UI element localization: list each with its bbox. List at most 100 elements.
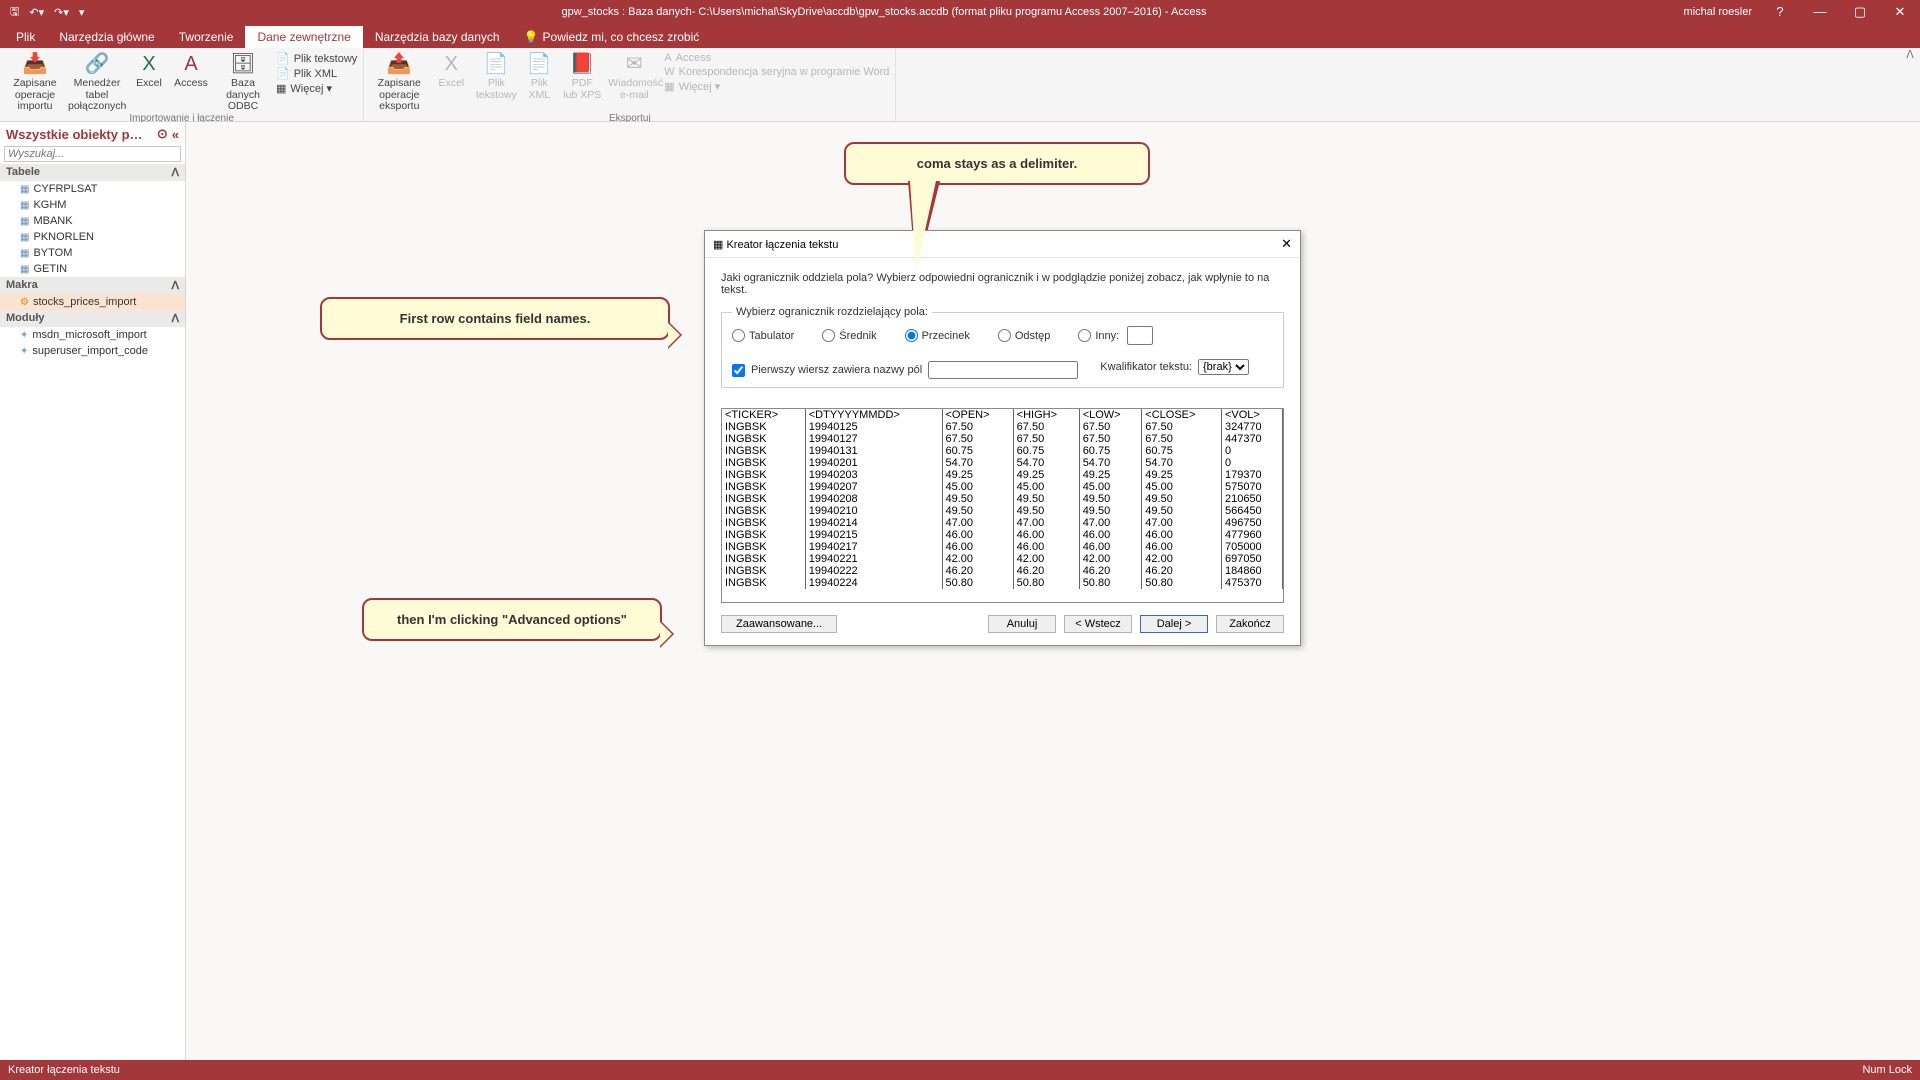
- saved-imports-button[interactable]: 📥Zapisane operacje importu: [6, 50, 64, 113]
- export-excel-button: XExcel: [432, 50, 470, 90]
- preview-row: INGBSK1994022450.8050.8050.8050.80475370: [722, 577, 1283, 589]
- collapse-ribbon-icon[interactable]: ᐱ: [1900, 48, 1920, 61]
- maximize-icon[interactable]: ▢: [1840, 4, 1880, 20]
- text-file-icon: 📄: [276, 52, 290, 65]
- callout-first-row: First row contains field names.: [320, 297, 670, 340]
- preview-header-cell: <HIGH>: [1013, 409, 1079, 421]
- bulb-icon: 💡: [524, 30, 539, 44]
- nav-table-item[interactable]: KGHM: [0, 197, 185, 213]
- radio-semicolon[interactable]: Średnik: [822, 329, 876, 342]
- nav-table-item[interactable]: CYFRPLSAT: [0, 181, 185, 197]
- tab-create[interactable]: Tworzenie: [167, 26, 246, 48]
- import-odbc-button[interactable]: 🗄Baza danych ODBC: [214, 50, 272, 113]
- navigation-pane: Wszystkie obiekty p… ⊙ « Tabeleᐱ CYFRPLS…: [0, 122, 186, 1060]
- import-text-file-button[interactable]: 📄Plik tekstowy: [276, 52, 357, 65]
- nav-collapse-icon[interactable]: «: [172, 127, 179, 142]
- tab-file[interactable]: Plik: [4, 26, 47, 48]
- undo-icon[interactable]: ↶▾: [29, 6, 44, 19]
- text-qualifier-label: Kwalifikator tekstu:: [1100, 361, 1192, 373]
- nav-header[interactable]: Wszystkie obiekty p… ⊙ «: [0, 122, 185, 146]
- nav-search-input[interactable]: [4, 146, 181, 162]
- tab-home[interactable]: Narzędzia główne: [47, 26, 166, 48]
- preview-header-cell: <LOW>: [1079, 409, 1142, 421]
- data-preview[interactable]: <TICKER><DTYYYYMMDD><OPEN><HIGH><LOW><CL…: [721, 408, 1284, 603]
- radio-space[interactable]: Odstęp: [998, 329, 1050, 342]
- cancel-button[interactable]: Anuluj: [988, 615, 1056, 633]
- xml-file-icon: 📄: [276, 67, 290, 80]
- saved-exports-button[interactable]: 📤Zapisane operacje eksportu: [370, 50, 428, 113]
- nav-table-item[interactable]: GETIN: [0, 261, 185, 277]
- preview-row: INGBSK1994020745.0045.0045.0045.00575070: [722, 481, 1283, 493]
- back-button[interactable]: < Wstecz: [1064, 615, 1132, 633]
- help-icon[interactable]: ?: [1760, 4, 1800, 20]
- dialog-title: Kreator łączenia tekstu: [726, 239, 838, 251]
- nav-category-macros[interactable]: Makraᐱ: [0, 277, 185, 294]
- nav-macro-item[interactable]: stocks_prices_import: [0, 294, 185, 310]
- delimiter-group: Wybierz ogranicznik rozdzielający pola: …: [721, 306, 1284, 388]
- import-more-button[interactable]: ▦Więcej ▾: [276, 82, 357, 95]
- first-row-text-input[interactable]: [928, 361, 1078, 379]
- tab-external-data[interactable]: Dane zewnętrzne: [245, 26, 362, 48]
- dialog-icon: ▦: [713, 239, 726, 251]
- odbc-icon: 🗄: [214, 50, 272, 78]
- other-delimiter-input[interactable]: [1127, 326, 1153, 345]
- access-icon: A: [664, 52, 671, 64]
- advanced-button[interactable]: Zaawansowane...: [721, 615, 837, 633]
- tell-me[interactable]: 💡Powiedz mi, co chcesz zrobić: [512, 26, 712, 48]
- nav-category-modules[interactable]: Modułyᐱ: [0, 310, 185, 327]
- nav-module-item[interactable]: msdn_microsoft_import: [0, 327, 185, 343]
- callout-advanced: then I'm clicking "Advanced options": [362, 598, 662, 641]
- first-row-label: Pierwszy wiersz zawiera nazwy pól: [751, 364, 922, 376]
- nav-table-item[interactable]: PKNORLEN: [0, 229, 185, 245]
- window-title: gpw_stocks : Baza danych- C:\Users\micha…: [84, 6, 1683, 18]
- status-bar: Kreator łączenia tekstu Num Lock: [0, 1060, 1920, 1080]
- status-left: Kreator łączenia tekstu: [8, 1064, 120, 1076]
- radio-comma[interactable]: Przecinek: [905, 329, 970, 342]
- preview-row: INGBSK1994020349.2549.2549.2549.25179370: [722, 469, 1283, 481]
- radio-tab[interactable]: Tabulator: [732, 329, 794, 342]
- finish-button[interactable]: Zakończ: [1216, 615, 1284, 633]
- preview-row: INGBSK1994021049.5049.5049.5049.50566450: [722, 505, 1283, 517]
- pdf-icon: 📕: [560, 50, 604, 78]
- status-numlock: Num Lock: [1862, 1064, 1912, 1076]
- chevron-up-icon: ᐱ: [171, 166, 179, 179]
- tab-database-tools[interactable]: Narzędzia bazy danych: [363, 26, 512, 48]
- redo-icon[interactable]: ↷▾: [54, 6, 69, 19]
- saved-exports-icon: 📤: [370, 50, 428, 78]
- text-icon: 📄: [474, 50, 518, 78]
- xml-icon: 📄: [522, 50, 556, 78]
- nav-table-item[interactable]: MBANK: [0, 213, 185, 229]
- access-icon: A: [172, 50, 210, 78]
- preview-header-cell: <TICKER>: [722, 409, 805, 421]
- nav-dropdown-icon[interactable]: ⊙: [157, 126, 168, 142]
- save-icon[interactable]: 🖫: [10, 3, 19, 22]
- title-bar: 🖫 ↶▾ ↷▾ ▾ gpw_stocks : Baza danych- C:\U…: [0, 0, 1920, 24]
- dialog-titlebar: ▦ Kreator łączenia tekstu ✕: [705, 231, 1300, 258]
- next-button[interactable]: Dalej >: [1140, 615, 1208, 633]
- delimiter-legend: Wybierz ogranicznik rozdzielający pola:: [732, 306, 932, 318]
- linked-table-manager-button[interactable]: 🔗Menedżer tabel połączonych: [68, 50, 126, 113]
- radio-other[interactable]: Inny:: [1078, 326, 1153, 345]
- ribbon: 📥Zapisane operacje importu 🔗Menedżer tab…: [0, 48, 1920, 122]
- more-icon: ▦: [664, 80, 674, 93]
- import-access-button[interactable]: AAccess: [172, 50, 210, 90]
- close-icon[interactable]: ✕: [1880, 4, 1920, 20]
- dialog-close-icon[interactable]: ✕: [1281, 236, 1292, 252]
- nav-category-tables[interactable]: Tabeleᐱ: [0, 164, 185, 181]
- nav-module-item[interactable]: superuser_import_code: [0, 343, 185, 359]
- nav-search[interactable]: [4, 146, 181, 162]
- preview-row: INGBSK1994021746.0046.0046.0046.00705000: [722, 541, 1283, 553]
- excel-icon: X: [432, 50, 470, 78]
- preview-row: INGBSK1994022246.2046.2046.2046.20184860: [722, 565, 1283, 577]
- work-area: Wszystkie obiekty p… ⊙ « Tabeleᐱ CYFRPLS…: [0, 122, 1920, 1060]
- user-name: michal roesler: [1684, 6, 1760, 18]
- preview-row: INGBSK1994021546.0046.0046.0046.00477960: [722, 529, 1283, 541]
- nav-table-item[interactable]: BYTOM: [0, 245, 185, 261]
- import-xml-file-button[interactable]: 📄Plik XML: [276, 67, 357, 80]
- minimize-icon[interactable]: ―: [1800, 4, 1840, 20]
- import-excel-button[interactable]: XExcel: [130, 50, 168, 90]
- text-qualifier-select[interactable]: {brak}: [1198, 359, 1249, 375]
- first-row-checkbox[interactable]: [732, 364, 745, 377]
- chevron-up-icon: ᐱ: [171, 279, 179, 292]
- preview-header-cell: <OPEN>: [942, 409, 1013, 421]
